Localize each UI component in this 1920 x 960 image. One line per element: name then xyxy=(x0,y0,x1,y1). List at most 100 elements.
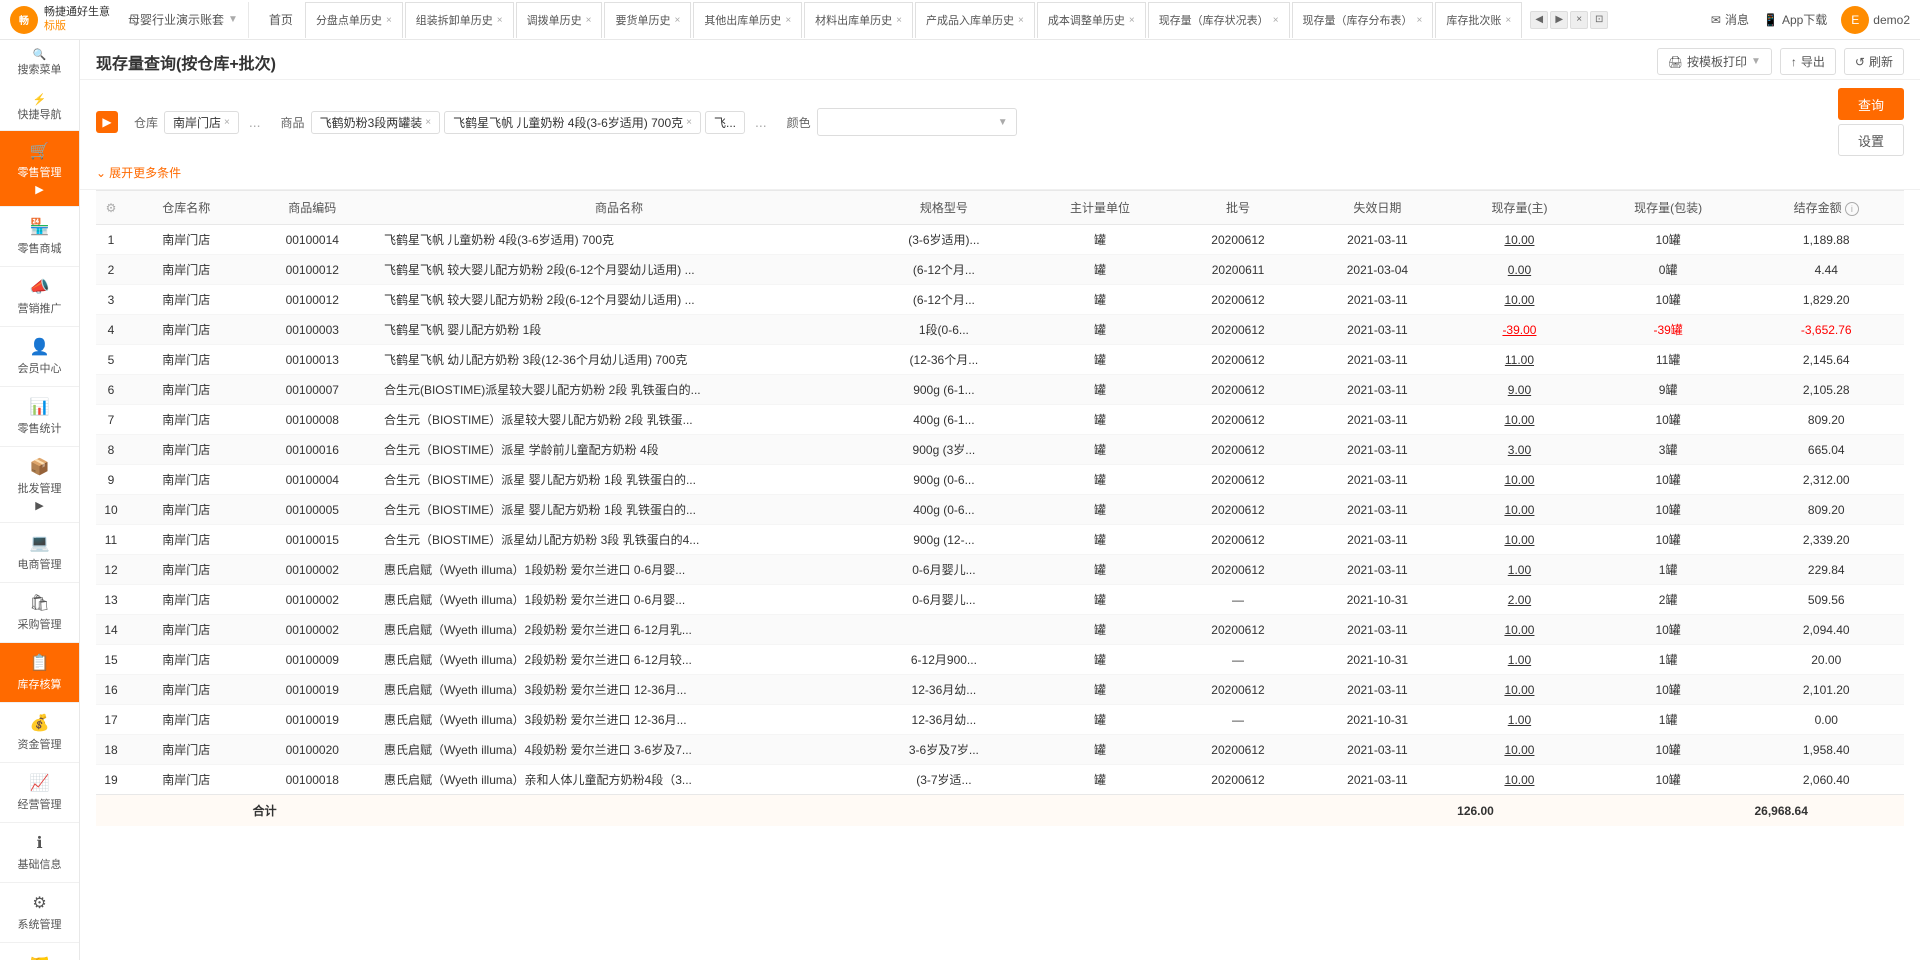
cell-stock-main-18[interactable]: 10.00 xyxy=(1451,765,1588,795)
export-btn[interactable]: ↑ 导出 xyxy=(1780,48,1836,75)
stock-main-value-5[interactable]: 9.00 xyxy=(1508,383,1531,397)
sidebar-item-basic-info[interactable]: ℹ 基础信息 xyxy=(0,823,79,883)
stock-main-value-3[interactable]: -39.00 xyxy=(1502,323,1536,337)
cell-stock-main-8[interactable]: 10.00 xyxy=(1451,465,1588,495)
stock-main-value-4[interactable]: 11.00 xyxy=(1505,353,1534,367)
warehouse-tag[interactable]: 南岸门店 × xyxy=(164,111,239,134)
tab-1[interactable]: 组装拆卸单历史 × xyxy=(405,2,514,38)
refresh-btn[interactable]: ↺ 刷新 xyxy=(1844,48,1904,75)
sidebar-item-members[interactable]: 👤 会员中心 xyxy=(0,327,79,387)
color-select[interactable]: ▼ xyxy=(817,108,1017,136)
tab-close-0[interactable]: × xyxy=(386,15,392,26)
cell-stock-main-5[interactable]: 9.00 xyxy=(1451,375,1588,405)
tab-close-8[interactable]: × xyxy=(1273,15,1279,26)
cell-stock-main-0[interactable]: 10.00 xyxy=(1451,225,1588,255)
warehouse-more-btn[interactable]: ... xyxy=(245,114,265,130)
cell-stock-main-11[interactable]: 1.00 xyxy=(1451,555,1588,585)
cell-stock-main-13[interactable]: 10.00 xyxy=(1451,615,1588,645)
sidebar-item-operations[interactable]: 📈 经营管理 xyxy=(0,763,79,823)
cell-stock-main-9[interactable]: 10.00 xyxy=(1451,495,1588,525)
setting-btn[interactable]: 设置 xyxy=(1838,124,1904,156)
sidebar-item-retail-stats[interactable]: 📊 零售统计 xyxy=(0,387,79,447)
cell-stock-main-16[interactable]: 1.00 xyxy=(1451,705,1588,735)
expand-btn[interactable]: ▶ xyxy=(96,111,118,133)
tab-4[interactable]: 其他出库单历史 × xyxy=(693,2,802,38)
tab-close-2[interactable]: × xyxy=(586,15,592,26)
goods-tag-close-0[interactable]: × xyxy=(425,117,431,128)
stock-main-value-13[interactable]: 10.00 xyxy=(1504,623,1534,637)
tab-close-6[interactable]: × xyxy=(1018,15,1024,26)
tab-close-10[interactable]: × xyxy=(1505,15,1511,26)
app-download-btn[interactable]: 📱 App下载 xyxy=(1763,11,1827,28)
balance-info-icon[interactable]: i xyxy=(1845,202,1859,216)
goods-tag-close-1[interactable]: × xyxy=(686,117,692,128)
tab-prev-arrow[interactable]: ◀ xyxy=(1530,11,1548,29)
print-btn[interactable]: 🖨 按模板打印 ▼ xyxy=(1657,48,1772,75)
stock-main-value-18[interactable]: 10.00 xyxy=(1504,773,1534,787)
tab-9[interactable]: 现存量（库存分布表） × xyxy=(1292,2,1434,38)
stock-main-value-7[interactable]: 3.00 xyxy=(1508,443,1531,457)
tab-7[interactable]: 成本调整单历史 × xyxy=(1037,2,1146,38)
goods-tag-0[interactable]: 飞鹤奶粉3段两罐装 × xyxy=(311,111,441,134)
col-settings[interactable]: ⚙ xyxy=(96,191,126,225)
goods-tag-1[interactable]: 飞鹤星飞帆 儿童奶粉 4段(3-6岁适用) 700克 × xyxy=(444,111,701,134)
tab-0[interactable]: 分盘点单历史 × xyxy=(305,2,403,38)
sidebar-item-mall[interactable]: 🏪 零售商城 xyxy=(0,207,79,267)
cell-stock-main-14[interactable]: 1.00 xyxy=(1451,645,1588,675)
sidebar-item-collab[interactable]: 🤝 企业协同 xyxy=(0,943,79,960)
goods-more-btn[interactable]: ... xyxy=(751,114,771,130)
sidebar-item-purchase[interactable]: 🛍 采购管理 xyxy=(0,583,79,643)
cell-stock-main-4[interactable]: 11.00 xyxy=(1451,345,1588,375)
sidebar-shortcut[interactable]: ⚡ 快捷导航 xyxy=(0,85,79,131)
tab-3[interactable]: 要货单历史 × xyxy=(604,2,691,38)
cell-stock-main-2[interactable]: 10.00 xyxy=(1451,285,1588,315)
stock-main-value-12[interactable]: 2.00 xyxy=(1508,593,1531,607)
sidebar-search[interactable]: 🔍 搜索菜单 xyxy=(0,40,79,85)
stock-main-value-0[interactable]: 10.00 xyxy=(1504,233,1534,247)
goods-tag-more[interactable]: 飞... xyxy=(705,111,745,134)
tab-5[interactable]: 材料出库单历史 × xyxy=(804,2,913,38)
tab-6[interactable]: 产成品入库单历史 × xyxy=(915,2,1035,38)
stock-main-value-2[interactable]: 10.00 xyxy=(1504,293,1534,307)
cell-stock-main-17[interactable]: 10.00 xyxy=(1451,735,1588,765)
cell-stock-main-3[interactable]: -39.00 xyxy=(1451,315,1588,345)
stock-main-value-9[interactable]: 10.00 xyxy=(1504,503,1534,517)
stock-main-value-16[interactable]: 1.00 xyxy=(1508,713,1531,727)
tab-close-3[interactable]: × xyxy=(674,15,680,26)
user-area[interactable]: E demo2 xyxy=(1841,6,1910,34)
account-dropdown[interactable]: 母婴行业演示账套 ▼ xyxy=(118,2,249,38)
stock-main-value-11[interactable]: 1.00 xyxy=(1508,563,1531,577)
cell-stock-main-1[interactable]: 0.00 xyxy=(1451,255,1588,285)
stock-main-value-15[interactable]: 10.00 xyxy=(1504,683,1534,697)
cell-stock-main-10[interactable]: 10.00 xyxy=(1451,525,1588,555)
tab-next-arrow[interactable]: ▶ xyxy=(1550,11,1568,29)
tab-10[interactable]: 库存批次账 × xyxy=(1435,2,1522,38)
tab-close-all[interactable]: × xyxy=(1570,11,1588,29)
stock-main-value-17[interactable]: 10.00 xyxy=(1504,743,1534,757)
tab-close-9[interactable]: × xyxy=(1417,15,1423,26)
cell-stock-main-15[interactable]: 10.00 xyxy=(1451,675,1588,705)
sidebar-item-inventory[interactable]: 📋 库存核算 xyxy=(0,643,79,703)
stock-main-value-6[interactable]: 10.00 xyxy=(1504,413,1534,427)
sidebar-item-finance[interactable]: 💰 资金管理 xyxy=(0,703,79,763)
messages-btn[interactable]: ✉ 消息 xyxy=(1711,11,1749,28)
tab-close-1[interactable]: × xyxy=(497,15,503,26)
stock-main-value-10[interactable]: 10.00 xyxy=(1504,533,1534,547)
query-btn[interactable]: 查询 xyxy=(1838,88,1904,120)
cell-stock-main-6[interactable]: 10.00 xyxy=(1451,405,1588,435)
expand-more-btn[interactable]: ⌄ 展开更多条件 xyxy=(96,164,1904,181)
tab-close-5[interactable]: × xyxy=(896,15,902,26)
tab-2[interactable]: 调拨单历史 × xyxy=(516,2,603,38)
sidebar-item-wholesale[interactable]: 📦 批发管理 ▶ xyxy=(0,447,79,523)
col-settings-icon[interactable]: ⚙ xyxy=(103,200,119,216)
stock-main-value-1[interactable]: 0.00 xyxy=(1508,263,1531,277)
cell-stock-main-12[interactable]: 2.00 xyxy=(1451,585,1588,615)
sidebar-item-ecommerce[interactable]: 💻 电商管理 xyxy=(0,523,79,583)
tab-home[interactable]: 首页 xyxy=(257,2,305,38)
tab-close-7[interactable]: × xyxy=(1129,15,1135,26)
sidebar-item-system[interactable]: ⚙ 系统管理 xyxy=(0,883,79,943)
tab-close-4[interactable]: × xyxy=(785,15,791,26)
warehouse-tag-close[interactable]: × xyxy=(224,117,230,128)
stock-main-value-8[interactable]: 10.00 xyxy=(1504,473,1534,487)
tab-8[interactable]: 现存量（库存状况表） × xyxy=(1148,2,1290,38)
